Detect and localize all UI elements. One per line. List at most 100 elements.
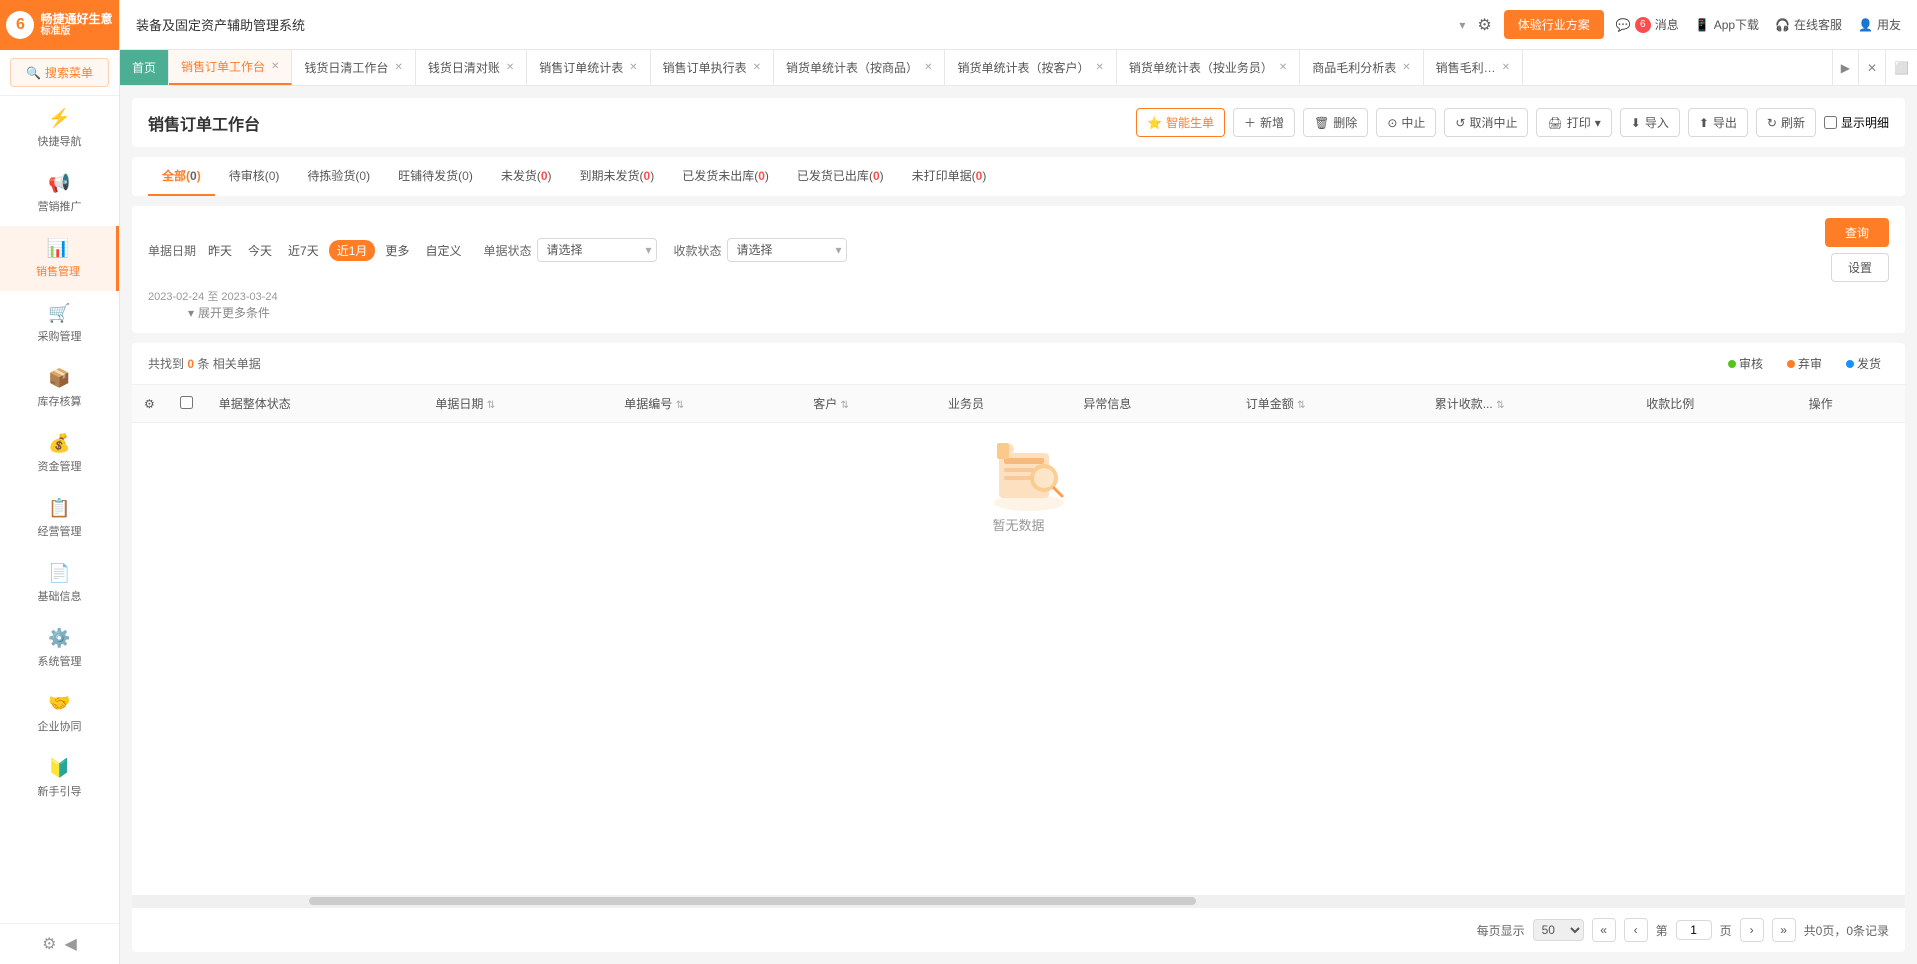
tab-cash-daily[interactable]: 钱货日清工作台 ✕ [292,50,415,85]
col-number[interactable]: 单据编号 ⇅ [612,385,801,423]
smart-gen-button[interactable]: ⭐ 智能生单 [1136,108,1225,137]
sub-tab-pending-inspect[interactable]: 待拣验货(0) [293,157,384,196]
col-customer[interactable]: 客户 ⇅ [801,385,936,423]
scrollbar-thumb[interactable] [309,897,1196,905]
prev-page-button[interactable]: ‹ [1624,918,1648,942]
sub-tab-overdue-unshipped[interactable]: 到期未发货(0) [566,157,669,196]
tab-sales-order[interactable]: 销售订单工作台 ✕ [169,50,292,85]
col-settings[interactable]: ⚙ [132,385,167,423]
import-button[interactable]: ⬇ 导入 [1620,108,1680,137]
sub-tab-wangpu-ship[interactable]: 旺铺待发货(0) [384,157,487,196]
horizontal-scrollbar[interactable] [132,895,1905,907]
page-number-input[interactable] [1676,920,1712,940]
system-dropdown-icon[interactable]: ▾ [1459,18,1465,32]
ship-action-button[interactable]: 发货 [1838,351,1889,376]
tab-close-cash-daily[interactable]: ✕ [394,62,402,73]
sidebar-item-purchase[interactable]: 🛒 采购管理 [0,291,119,356]
app-download-button[interactable]: 📱 App下载 [1695,16,1759,33]
tab-sale-stat-customer[interactable]: 销货单统计表（按客户） ✕ [945,50,1116,85]
online-service-button[interactable]: 🎧 在线客服 [1775,16,1842,33]
print-button[interactable]: 🖨 打印 ▾ [1536,108,1611,137]
tab-sale-stat-product[interactable]: 销货单统计表（按商品） ✕ [774,50,945,85]
tab-close-sale-stat-product[interactable]: ✕ [924,62,932,73]
sub-tab-pending-review[interactable]: 待审核(0) [215,157,294,196]
col-amount[interactable]: 订单金额 ⇅ [1234,385,1423,423]
show-detail-checkbox[interactable] [1824,116,1837,129]
message-button[interactable]: 💬 6 消息 [1616,16,1679,33]
date-7days-btn[interactable]: 近7天 [282,240,325,261]
tab-close-sales-exec[interactable]: ✕ [753,62,761,73]
date-more-btn[interactable]: 更多 [379,240,415,261]
select-all-checkbox[interactable] [180,396,193,409]
sidebar-item-operations[interactable]: 📋 经营管理 [0,486,119,551]
sidebar-item-basic[interactable]: 📄 基础信息 [0,551,119,616]
tab-close-sale-stat-customer[interactable]: ✕ [1095,62,1103,73]
amount-sort-icon[interactable]: ⇅ [1297,400,1305,411]
tab-sale-more[interactable]: 销售毛利… ✕ [1424,50,1523,85]
sidebar-item-finance[interactable]: 💰 资金管理 [0,421,119,486]
sub-tab-unprinted[interactable]: 未打印单据(0) [898,157,1001,196]
delete-button[interactable]: 🗑 删除 [1303,108,1368,137]
review-action-button[interactable]: 审核 [1720,351,1771,376]
tab-close-margin-analysis[interactable]: ✕ [1402,62,1410,73]
export-button[interactable]: ⬆ 导出 [1688,108,1748,137]
expand-conditions-btn[interactable]: ▾ 展开更多条件 [188,304,1889,321]
sub-tab-unshipped[interactable]: 未发货(0) [487,157,566,196]
sidebar-item-marketing[interactable]: 📢 营销推广 [0,161,119,226]
date-sort-icon[interactable]: ⇅ [487,400,495,411]
tab-home[interactable]: 首页 [120,50,169,85]
add-button[interactable]: ＋ 新增 [1233,108,1295,137]
sidebar-item-sales[interactable]: 📊 销售管理 [0,226,119,291]
tab-close-sale-stat-staff[interactable]: ✕ [1279,62,1287,73]
date-custom-btn[interactable]: 自定义 [419,240,467,261]
tab-close-sales-order[interactable]: ✕ [271,61,279,72]
user-menu-button[interactable]: 👤 用友 [1858,16,1901,33]
customer-sort-icon[interactable]: ⇅ [841,400,849,411]
sidebar-item-system[interactable]: ⚙️ 系统管理 [0,616,119,681]
tab-maximize-button[interactable]: ⬜ [1885,50,1917,86]
experience-button[interactable]: 体验行业方案 [1504,10,1604,39]
payment-select[interactable]: 请选择 [727,238,847,262]
date-today-btn[interactable]: 今天 [242,240,278,261]
first-page-button[interactable]: « [1592,918,1616,942]
table-scroll-area[interactable]: ⚙ 单据整体状态 单据日期 ⇅ [132,385,1905,895]
sidebar-item-inventory[interactable]: 📦 库存核算 [0,356,119,421]
tab-sales-exec[interactable]: 销售订单执行表 ✕ [651,50,774,85]
sidebar-item-guide[interactable]: 🔰 新手引导 [0,746,119,811]
collapse-sidebar-button[interactable]: ◀ [65,934,77,954]
settings-button[interactable]: 设置 [1831,253,1889,282]
last-page-button[interactable]: » [1772,918,1796,942]
next-page-button[interactable]: › [1740,918,1764,942]
sub-tab-all[interactable]: 全部(0) [148,157,215,196]
status-select[interactable]: 请选择 [537,238,657,262]
tab-close-sales-stat[interactable]: ✕ [629,62,637,73]
col-collected[interactable]: 累计收款... ⇅ [1423,385,1634,423]
tab-margin-analysis[interactable]: 商品毛利分析表 ✕ [1300,50,1423,85]
sub-tab-shipped-out[interactable]: 已发货已出库(0) [783,157,898,196]
tab-close-cash-reconcile[interactable]: ✕ [506,62,514,73]
settings-footer-button[interactable]: ⚙ [42,934,56,954]
date-yesterday-btn[interactable]: 昨天 [202,240,238,261]
sidebar-item-enterprise[interactable]: 🤝 企业协同 [0,681,119,746]
show-detail-label[interactable]: 显示明细 [1824,114,1889,131]
search-menu-button[interactable]: 🔍 搜索菜单 [10,58,109,87]
date-1month-btn[interactable]: 近1月 [329,240,376,261]
collected-sort-icon[interactable]: ⇅ [1496,400,1504,411]
query-button[interactable]: 查询 [1825,218,1889,247]
page-size-select[interactable]: 50 10 20 100 [1533,919,1584,941]
tab-sale-stat-staff[interactable]: 销货单统计表（按业务员） ✕ [1117,50,1300,85]
topbar-settings-icon[interactable]: ⚙ [1477,15,1491,35]
col-date[interactable]: 单据日期 ⇅ [423,385,612,423]
refresh-button[interactable]: ↻ 刷新 [1756,108,1816,137]
tab-close-all-button[interactable]: ✕ [1858,50,1885,86]
cancel-stop-button[interactable]: ↺ 取消中止 [1444,108,1528,137]
sub-tab-shipped-not-out[interactable]: 已发货未出库(0) [668,157,783,196]
sidebar-item-quick-nav[interactable]: ⚡ 快捷导航 [0,96,119,161]
tab-scroll-right-button[interactable]: ▶ [1832,50,1858,86]
tab-sales-stat[interactable]: 销售订单统计表 ✕ [527,50,650,85]
stop-button[interactable]: ⊙ 中止 [1376,108,1436,137]
cancel-review-action-button[interactable]: 弃审 [1779,351,1830,376]
number-sort-icon[interactable]: ⇅ [676,400,684,411]
tab-close-sale-more[interactable]: ✕ [1502,62,1510,73]
tab-cash-reconcile[interactable]: 钱货日清对账 ✕ [416,50,527,85]
